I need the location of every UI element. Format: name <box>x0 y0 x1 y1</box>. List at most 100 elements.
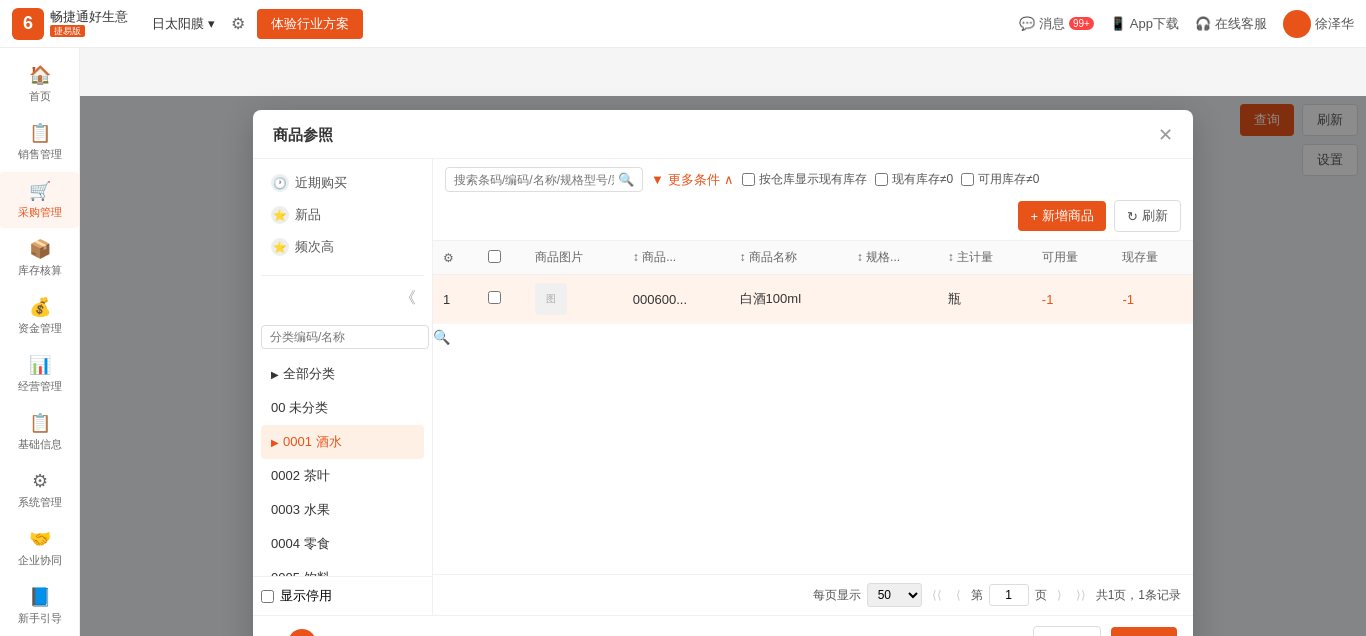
more-filters-button[interactable]: ▼ 更多条件 ∧ <box>651 171 734 189</box>
per-page-select[interactable]: 50 100 200 <box>867 583 922 607</box>
confirm-button[interactable]: 确定 <box>1111 627 1177 636</box>
user-item[interactable]: 徐泽华 <box>1283 10 1354 38</box>
recent-icon: 🕐 <box>271 174 289 192</box>
product-search-input[interactable] <box>454 173 614 187</box>
sidebar-item-sales[interactable]: 📋 销售管理 <box>0 114 79 170</box>
modal-footer: ? 🛒 连续选择的商品 0 ∧ 取消 确定 <box>253 615 1193 636</box>
cat-item-0005[interactable]: 0005 饮料 <box>261 561 424 576</box>
arrow-icon: ▶ <box>271 369 279 380</box>
available-nonzero-checkbox-label[interactable]: 可用库存≠0 <box>961 171 1039 188</box>
quick-nav-frequent[interactable]: ⭐ 频次高 <box>261 231 424 263</box>
pagination: 每页显示 50 100 200 ⟨⟨ ⟨ 第 页 ⟩ ⟩⟩ 共1页，1 <box>433 574 1193 615</box>
cat-item-0003[interactable]: 0003 水果 <box>261 493 424 527</box>
sidebar-item-system[interactable]: ⚙ 系统管理 <box>0 462 79 518</box>
next-page-button[interactable]: ⟩ <box>1053 586 1066 604</box>
inventory-icon: 📦 <box>29 238 51 260</box>
category-search-input[interactable] <box>261 325 429 349</box>
sidebar-item-collab[interactable]: 🤝 企业协同 <box>0 520 79 576</box>
last-page-button[interactable]: ⟩⟩ <box>1072 586 1090 604</box>
th-code[interactable]: ↕ 商品... <box>623 241 730 275</box>
store-selector[interactable]: 日太阳膜 ▾ <box>144 11 223 37</box>
product-search-icon[interactable]: 🔍 <box>618 172 634 187</box>
sidebar: 🏠 首页 📋 销售管理 🛒 采购管理 📦 库存核算 💰 资金管理 📊 经营管理 … <box>0 48 80 636</box>
system-icon: ⚙ <box>32 470 48 492</box>
th-stock: 现存量 <box>1112 241 1193 275</box>
modal-title: 商品参照 <box>273 126 333 145</box>
modal-toolbar: 🔍 ▼ 更多条件 ∧ 按仓库显示现有库存 <box>433 159 1193 241</box>
online-service-item[interactable]: 🎧 在线客服 <box>1195 15 1267 33</box>
page-input[interactable] <box>989 584 1029 606</box>
prev-page-button[interactable]: ⟨ <box>952 586 965 604</box>
refresh-button[interactable]: ↻ 刷新 <box>1114 200 1181 232</box>
cart-area: 🛒 连续选择的商品 0 <box>288 629 426 636</box>
row-unit: 瓶 <box>938 275 1032 324</box>
basic-icon: 📋 <box>29 412 51 434</box>
cat-item-all[interactable]: ▶全部分类 <box>261 357 424 391</box>
th-name[interactable]: ↕ 商品名称 <box>730 241 847 275</box>
row-checkbox[interactable] <box>488 291 501 304</box>
th-unit[interactable]: ↕ 主计量 <box>938 241 1032 275</box>
th-settings[interactable]: ⚙ <box>433 241 478 275</box>
table-header-row: ⚙ 商品图片 ↕ 商品... ↕ 商品名称 ↕ 规格... ↕ 主计量 可用量 … <box>433 241 1193 275</box>
select-all-checkbox[interactable] <box>488 250 501 263</box>
filter-icon: ▼ <box>651 172 664 187</box>
logo-icon: 6 <box>12 8 44 40</box>
warehouse-stock-checkbox-label[interactable]: 按仓库显示现有库存 <box>742 171 867 188</box>
available-nonzero-checkbox[interactable] <box>961 173 974 186</box>
online-service-label: 在线客服 <box>1215 15 1267 33</box>
product-table-body: 1 图 000600... 白酒100ml 瓶 -1 <box>433 275 1193 324</box>
headset-icon: 🎧 <box>1195 16 1211 31</box>
sidebar-item-label: 企业协同 <box>18 553 62 568</box>
add-product-button[interactable]: + 新增商品 <box>1018 201 1106 231</box>
cart-icon[interactable]: 🛒 <box>288 629 316 636</box>
modal-header: 商品参照 ✕ <box>253 110 1193 159</box>
sidebar-item-basic[interactable]: 📋 基础信息 <box>0 404 79 460</box>
stock-nonzero-checkbox-label[interactable]: 现有库存≠0 <box>875 171 953 188</box>
cat-item-0004[interactable]: 0004 零食 <box>261 527 424 561</box>
sidebar-item-label: 销售管理 <box>18 147 62 162</box>
app-download-item[interactable]: 📱 App下载 <box>1110 15 1179 33</box>
add-product-label: 新增商品 <box>1042 207 1094 225</box>
sidebar-item-label: 首页 <box>29 89 51 104</box>
row-checkbox-cell[interactable] <box>478 275 525 324</box>
row-available: -1 <box>1032 275 1113 324</box>
main-area: 查询 刷新 设置 商品参照 ✕ 🕐 近期购买 <box>80 96 1366 636</box>
quick-nav-recent[interactable]: 🕐 近期购买 <box>261 167 424 199</box>
cat-item-0001[interactable]: ▶0001 酒水 <box>261 425 424 459</box>
new-label: 新品 <box>295 206 321 224</box>
sidebar-item-home[interactable]: 🏠 首页 <box>0 56 79 112</box>
notif-badge: 99+ <box>1069 17 1094 30</box>
stock-nonzero-label: 现有库存≠0 <box>892 171 953 188</box>
sidebar-item-purchase[interactable]: 🛒 采购管理 <box>0 172 79 228</box>
messages-item[interactable]: 💬 消息 99+ <box>1019 15 1094 33</box>
left-collapse-button[interactable]: 《 <box>392 284 424 313</box>
modal-close-button[interactable]: ✕ <box>1158 124 1173 146</box>
settings-icon[interactable]: ⚙ <box>231 14 245 33</box>
warehouse-stock-checkbox[interactable] <box>742 173 755 186</box>
sidebar-item-label: 资金管理 <box>18 321 62 336</box>
per-page-label: 每页显示 <box>813 587 861 604</box>
show-disabled-checkbox[interactable] <box>261 590 274 603</box>
toolbar-right: + 新增商品 ↻ 刷新 <box>1018 200 1181 232</box>
cat-item-0002[interactable]: 0002 茶叶 <box>261 459 424 493</box>
cancel-button[interactable]: 取消 <box>1033 626 1101 636</box>
th-checkbox[interactable] <box>478 241 525 275</box>
avatar <box>1283 10 1311 38</box>
frequent-label: 频次高 <box>295 238 334 256</box>
sidebar-item-finance[interactable]: 💰 资金管理 <box>0 288 79 344</box>
sidebar-item-inventory[interactable]: 📦 库存核算 <box>0 230 79 286</box>
stock-nonzero-checkbox[interactable] <box>875 173 888 186</box>
trial-button[interactable]: 体验行业方案 <box>257 9 363 39</box>
table-row[interactable]: 1 图 000600... 白酒100ml 瓶 -1 <box>433 275 1193 324</box>
frequent-icon: ⭐ <box>271 238 289 256</box>
th-spec[interactable]: ↕ 规格... <box>847 241 938 275</box>
brand-name: 畅捷通好生意 <box>50 9 128 25</box>
product-table-wrap: ⚙ 商品图片 ↕ 商品... ↕ 商品名称 ↕ 规格... ↕ 主计量 可用量 … <box>433 241 1193 574</box>
cat-item-00[interactable]: 00 未分类 <box>261 391 424 425</box>
sidebar-item-operations[interactable]: 📊 经营管理 <box>0 346 79 402</box>
quick-nav-new[interactable]: ⭐ 新品 <box>261 199 424 231</box>
show-disabled-label: 显示停用 <box>280 587 332 605</box>
first-page-button[interactable]: ⟨⟨ <box>928 586 946 604</box>
finance-icon: 💰 <box>29 296 51 318</box>
sidebar-item-guide[interactable]: 📘 新手引导 <box>0 578 79 634</box>
